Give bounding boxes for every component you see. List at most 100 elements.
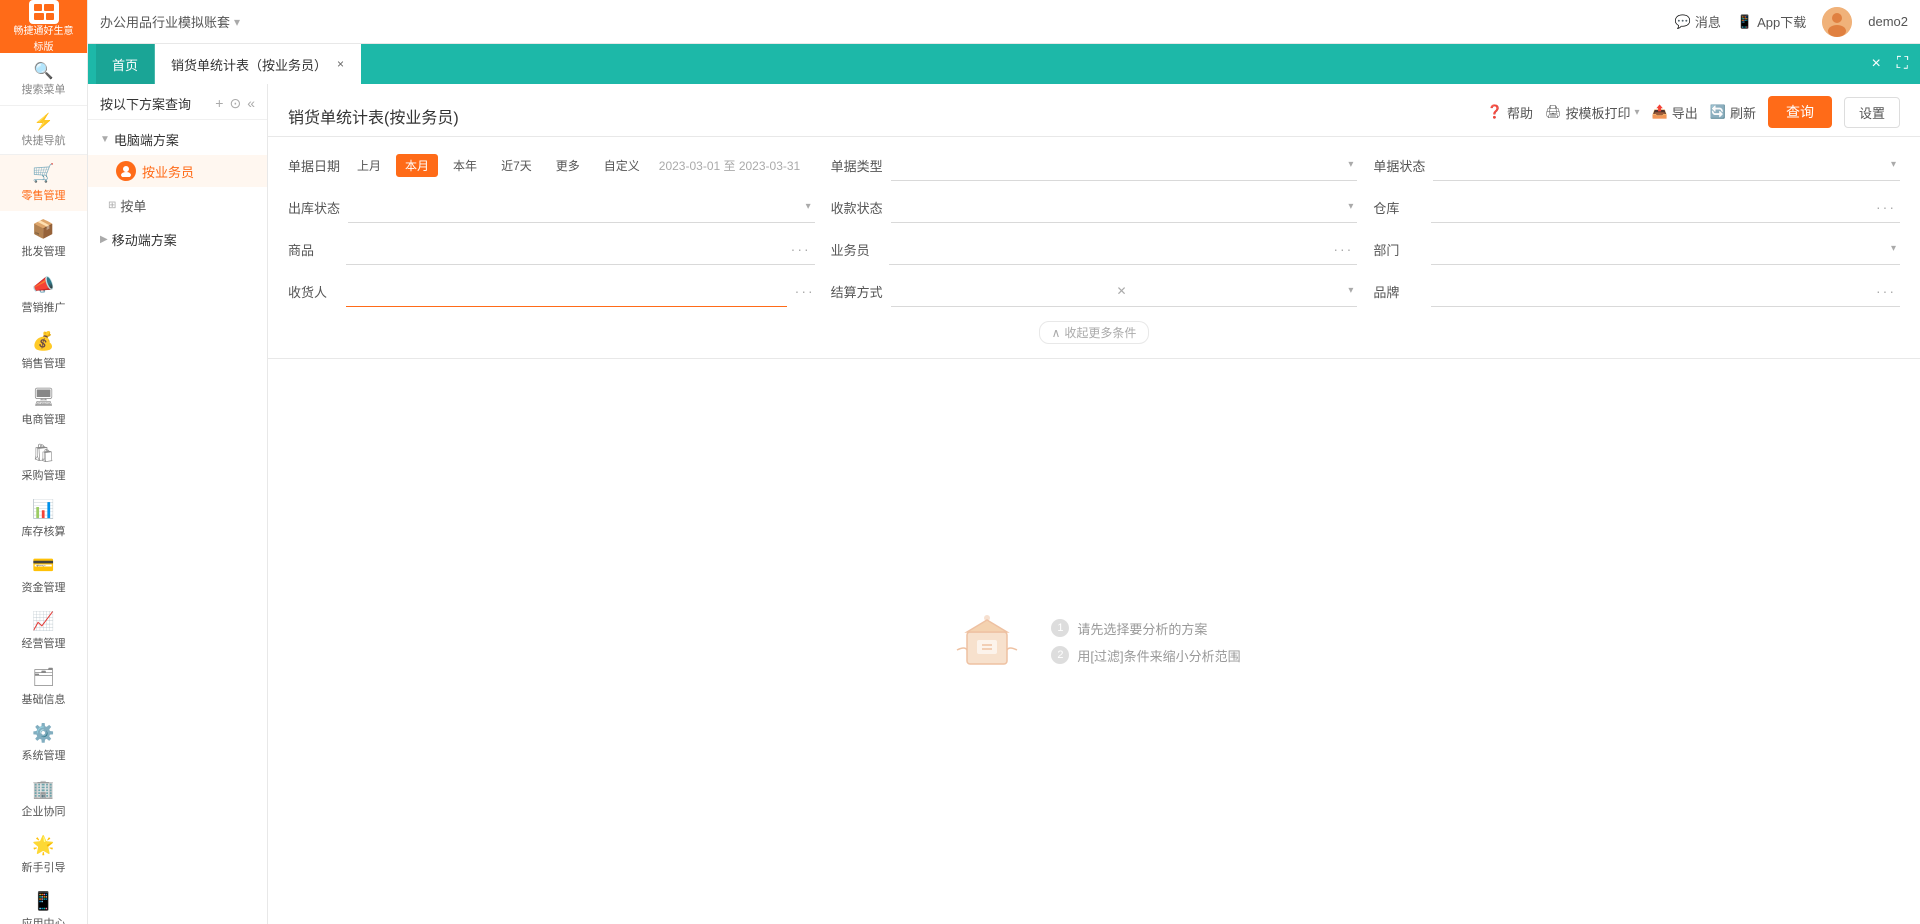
date-btn-custom[interactable]: 自定义 — [595, 154, 649, 177]
date-btn-this-year[interactable]: 本年 — [444, 154, 486, 177]
sidebar-quicknav-label: 快捷导航 — [22, 132, 66, 148]
filter-item-out-status: 出库状态 ▾ — [288, 191, 815, 223]
salesman-dropdown[interactable]: ··· — [889, 233, 1358, 265]
filter-row-3: 商品 ··· 业务员 ··· 部门 — [288, 233, 1900, 265]
warehouse-dropdown[interactable]: ··· — [1431, 191, 1900, 223]
app-logo[interactable]: 畅捷通好生意 标版 — [0, 0, 88, 53]
sidebar-item-marketing-label: 营销推广 — [22, 299, 66, 315]
edit-scheme-btn[interactable]: ⊙ — [229, 95, 241, 112]
topbar: 办公用品行业模拟账套 ▾ 💬 消息 📱 App下载 demo2 — [88, 0, 1920, 44]
sidebar-item-base[interactable]: 🗂 基础信息 — [0, 659, 87, 715]
refresh-btn[interactable]: 🔄 刷新 — [1710, 103, 1756, 122]
dept-dropdown[interactable]: ▾ — [1431, 233, 1900, 265]
group-arrow-icon: ▼ — [100, 134, 110, 145]
page-content: 按以下方案查询 + ⊙ « ▼ 电脑端方案 按业务员 — [88, 84, 1920, 924]
collapse-label: 收起更多条件 — [1064, 324, 1136, 341]
scheme-group-desktop: ▼ 电脑端方案 按业务员 ⊞ 按单 ▶ 移动端方案 — [88, 120, 267, 259]
sidebar-item-finance[interactable]: 💳 资金管理 — [0, 547, 87, 603]
doc-type-arrow-icon: ▾ — [1348, 159, 1353, 170]
export-btn[interactable]: 📤 导出 — [1652, 103, 1698, 122]
date-btn-last-month[interactable]: 上月 — [348, 154, 390, 177]
sidebar-item-purchase-label: 采购管理 — [22, 467, 66, 483]
page-header: 销货单统计表(按业务员) ❓ 帮助 🖨 按模板打印 ▾ 📤 导出 — [268, 84, 1920, 137]
retail-icon: 🛒 — [32, 163, 54, 184]
active-tab-label: 销货单统计表（按业务员） — [171, 55, 327, 74]
help-btn[interactable]: ❓ 帮助 — [1487, 103, 1533, 122]
filter-item-payment-status: 收款状态 ▾ — [831, 191, 1358, 223]
filter-item-payment-method: 结算方式 ✕ ▾ — [831, 275, 1358, 307]
topbar-app-download-btn[interactable]: 📱 App下载 — [1737, 12, 1806, 31]
topbar-right: 💬 消息 📱 App下载 demo2 — [1675, 7, 1908, 37]
main-area: 办公用品行业模拟账套 ▾ 💬 消息 📱 App下载 demo2 — [88, 0, 1920, 924]
doc-status-dropdown[interactable]: ▾ — [1433, 149, 1900, 181]
avatar[interactable] — [1822, 7, 1852, 37]
sidebar-item-enterprise[interactable]: 🏢 企业协同 — [0, 771, 87, 827]
sidebar-item-ecommerce-label: 电商管理 — [22, 411, 66, 427]
brand-label: 品牌 — [1373, 282, 1423, 301]
scheme-sub-header-order[interactable]: ⊞ 按单 — [88, 191, 267, 220]
sidebar-item-operations[interactable]: 📈 经营管理 — [0, 603, 87, 659]
filter-row-2: 出库状态 ▾ 收款状态 ▾ 仓库 — [288, 191, 1900, 223]
scheme-sub-group: ⊞ 按单 — [88, 187, 267, 224]
app-download-icon: 📱 — [1737, 14, 1753, 30]
empty-tip-1: 1 请先选择要分析的方案 — [1051, 619, 1240, 638]
sidebar-item-appstore[interactable]: 📱 应用中心 — [0, 883, 87, 924]
sidebar-item-system[interactable]: ⚙️ 系统管理 — [0, 715, 87, 771]
scheme-group-desktop-label: 电脑端方案 — [114, 130, 179, 149]
breadcrumb-text: 办公用品行业模拟账套 — [100, 12, 230, 31]
out-status-label: 出库状态 — [288, 198, 340, 217]
warehouse-dots-icon: ··· — [1876, 199, 1896, 215]
out-status-dropdown[interactable]: ▾ — [348, 191, 815, 223]
date-label: 单据日期 — [288, 156, 340, 175]
scheme-item-by-salesman[interactable]: 按业务员 — [88, 155, 267, 187]
dept-arrow-icon: ▾ — [1891, 243, 1896, 254]
inventory-icon: 📊 — [32, 499, 54, 520]
tab-home[interactable]: 首页 — [96, 44, 155, 84]
tab-close-btn[interactable]: × — [337, 57, 344, 71]
payment-method-dropdown[interactable]: ✕ ▾ — [891, 275, 1358, 307]
topbar-message-btn[interactable]: 💬 消息 — [1675, 12, 1721, 31]
scheme-group-desktop-header[interactable]: ▼ 电脑端方案 — [88, 124, 267, 155]
sidebar-item-retail[interactable]: 🛒 零售管理 — [0, 155, 87, 211]
sidebar-item-ecommerce[interactable]: 🖥 电商管理 — [0, 379, 87, 435]
sidebar-search-label: 搜索菜单 — [22, 81, 66, 97]
message-icon: 💬 — [1675, 14, 1691, 30]
collapse-btn[interactable]: ∧ 收起更多条件 — [1039, 321, 1150, 344]
system-icon: ⚙️ — [32, 723, 54, 744]
doc-status-label: 单据状态 — [1373, 156, 1425, 175]
close-tab-btn[interactable]: × — [1867, 51, 1884, 77]
print-btn[interactable]: 🖨 按模板打印 ▾ — [1545, 103, 1640, 122]
query-btn[interactable]: 查询 — [1768, 96, 1832, 128]
sidebar-item-purchase[interactable]: 🛍 采购管理 — [0, 435, 87, 491]
sidebar-item-beginner[interactable]: 🌟 新手引导 — [0, 827, 87, 883]
purchase-icon: 🛍 — [32, 443, 55, 464]
scheme-group-mobile-header[interactable]: ▶ 移动端方案 — [88, 224, 267, 255]
payment-status-dropdown[interactable]: ▾ — [891, 191, 1358, 223]
doc-type-dropdown[interactable]: ▾ — [891, 149, 1358, 181]
payment-method-label: 结算方式 — [831, 282, 883, 301]
sidebar-item-marketing[interactable]: 📣 营销推广 — [0, 267, 87, 323]
add-scheme-btn[interactable]: + — [215, 95, 223, 112]
app-subtitle: 标版 — [34, 38, 54, 53]
fullscreen-btn[interactable]: ⛶ — [1893, 51, 1912, 77]
settings-btn[interactable]: 设置 — [1844, 97, 1900, 128]
receiver-input[interactable] — [346, 275, 787, 307]
sidebar-search[interactable]: 🔍 搜索菜单 — [0, 53, 87, 106]
receiver-label: 收货人 — [288, 282, 338, 301]
tab-active[interactable]: 销货单统计表（按业务员） × — [155, 44, 361, 84]
brand-dropdown[interactable]: ··· — [1431, 275, 1900, 307]
sidebar-item-wholesale[interactable]: 📦 批发管理 — [0, 211, 87, 267]
collapse-panel-btn[interactable]: « — [247, 95, 255, 112]
goods-dropdown[interactable]: ··· — [346, 233, 815, 265]
tip-text-1: 请先选择要分析的方案 — [1077, 619, 1207, 638]
sidebar-item-sales[interactable]: 💰 销售管理 — [0, 323, 87, 379]
sidebar-quicknav[interactable]: ⚡ 快捷导航 — [0, 106, 87, 155]
filter-item-salesman: 业务员 ··· — [831, 233, 1358, 265]
date-btn-more[interactable]: 更多 — [547, 154, 589, 177]
sidebar-item-inventory[interactable]: 📊 库存核算 — [0, 491, 87, 547]
username-label[interactable]: demo2 — [1868, 14, 1908, 29]
out-status-arrow-icon: ▾ — [806, 201, 811, 212]
date-btn-7days[interactable]: 近7天 — [492, 154, 541, 177]
date-btn-this-month[interactable]: 本月 — [396, 154, 438, 177]
payment-method-clear-btn[interactable]: ✕ — [1116, 284, 1126, 298]
